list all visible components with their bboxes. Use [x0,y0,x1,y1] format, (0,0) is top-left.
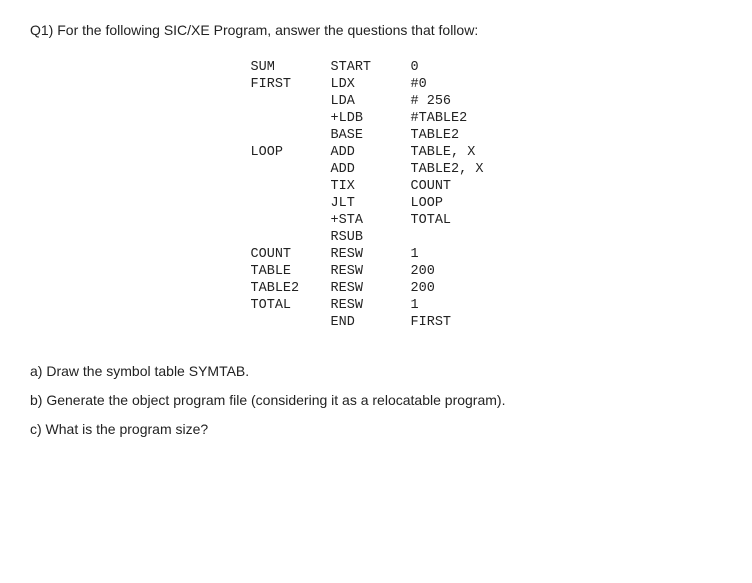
cell-operand: 0 [411,59,502,76]
cell-operand: # 256 [411,93,502,110]
cell-operand: TABLE2 [411,127,502,144]
cell-label [251,93,331,110]
question-c: c) What is the program size? [30,417,722,442]
table-row: FIRSTLDX#0 [251,76,502,93]
cell-label [251,110,331,127]
cell-operand: 1 [411,246,502,263]
question-b: b) Generate the object program file (con… [30,388,722,413]
cell-operand: LOOP [411,195,502,212]
table-row: JLTLOOP [251,195,502,212]
table-row: LOOPADDTABLE, X [251,144,502,161]
cell-mnemonic: START [331,59,411,76]
cell-operand: 200 [411,280,502,297]
cell-mnemonic: TIX [331,178,411,195]
cell-label [251,178,331,195]
cell-label: TOTAL [251,297,331,314]
table-row: SUMSTART0 [251,59,502,76]
cell-mnemonic: LDX [331,76,411,93]
table-row: TIXCOUNT [251,178,502,195]
cell-mnemonic: JLT [331,195,411,212]
questions-section: a) Draw the symbol table SYMTAB. b) Gene… [30,359,722,443]
table-row: TABLERESW200 [251,263,502,280]
table-row: COUNTRESW1 [251,246,502,263]
cell-operand: TABLE2, X [411,161,502,178]
cell-operand: TOTAL [411,212,502,229]
cell-label: FIRST [251,76,331,93]
cell-mnemonic: BASE [331,127,411,144]
cell-label: TABLE [251,263,331,280]
cell-mnemonic: RSUB [331,229,411,246]
cell-label: TABLE2 [251,280,331,297]
cell-label: LOOP [251,144,331,161]
cell-label [251,161,331,178]
cell-mnemonic: RESW [331,263,411,280]
cell-mnemonic: ADD [331,144,411,161]
cell-mnemonic: RESW [331,297,411,314]
table-row: +LDB#TABLE2 [251,110,502,127]
cell-label [251,127,331,144]
cell-operand: FIRST [411,314,502,331]
cell-label [251,212,331,229]
cell-operand: 1 [411,297,502,314]
question-header: Q1) For the following SIC/XE Program, an… [30,20,722,41]
table-row: TOTALRESW1 [251,297,502,314]
table-row: ENDFIRST [251,314,502,331]
cell-operand: 200 [411,263,502,280]
table-row: BASETABLE2 [251,127,502,144]
cell-mnemonic: END [331,314,411,331]
program-table: SUMSTART0FIRSTLDX#0LDA# 256+LDB#TABLE2BA… [251,59,502,331]
question-a: a) Draw the symbol table SYMTAB. [30,359,722,384]
cell-mnemonic: ADD [331,161,411,178]
table-row: RSUB [251,229,502,246]
cell-mnemonic: LDA [331,93,411,110]
cell-label: SUM [251,59,331,76]
cell-operand: TABLE, X [411,144,502,161]
cell-mnemonic: RESW [331,280,411,297]
cell-operand: #TABLE2 [411,110,502,127]
table-row: +STATOTAL [251,212,502,229]
cell-label [251,229,331,246]
cell-mnemonic: +STA [331,212,411,229]
cell-operand: #0 [411,76,502,93]
cell-mnemonic: +LDB [331,110,411,127]
table-row: TABLE2RESW200 [251,280,502,297]
table-row: LDA# 256 [251,93,502,110]
table-row: ADDTABLE2, X [251,161,502,178]
cell-label: COUNT [251,246,331,263]
cell-mnemonic: RESW [331,246,411,263]
cell-label [251,195,331,212]
cell-label [251,314,331,331]
cell-operand [411,229,502,246]
cell-operand: COUNT [411,178,502,195]
